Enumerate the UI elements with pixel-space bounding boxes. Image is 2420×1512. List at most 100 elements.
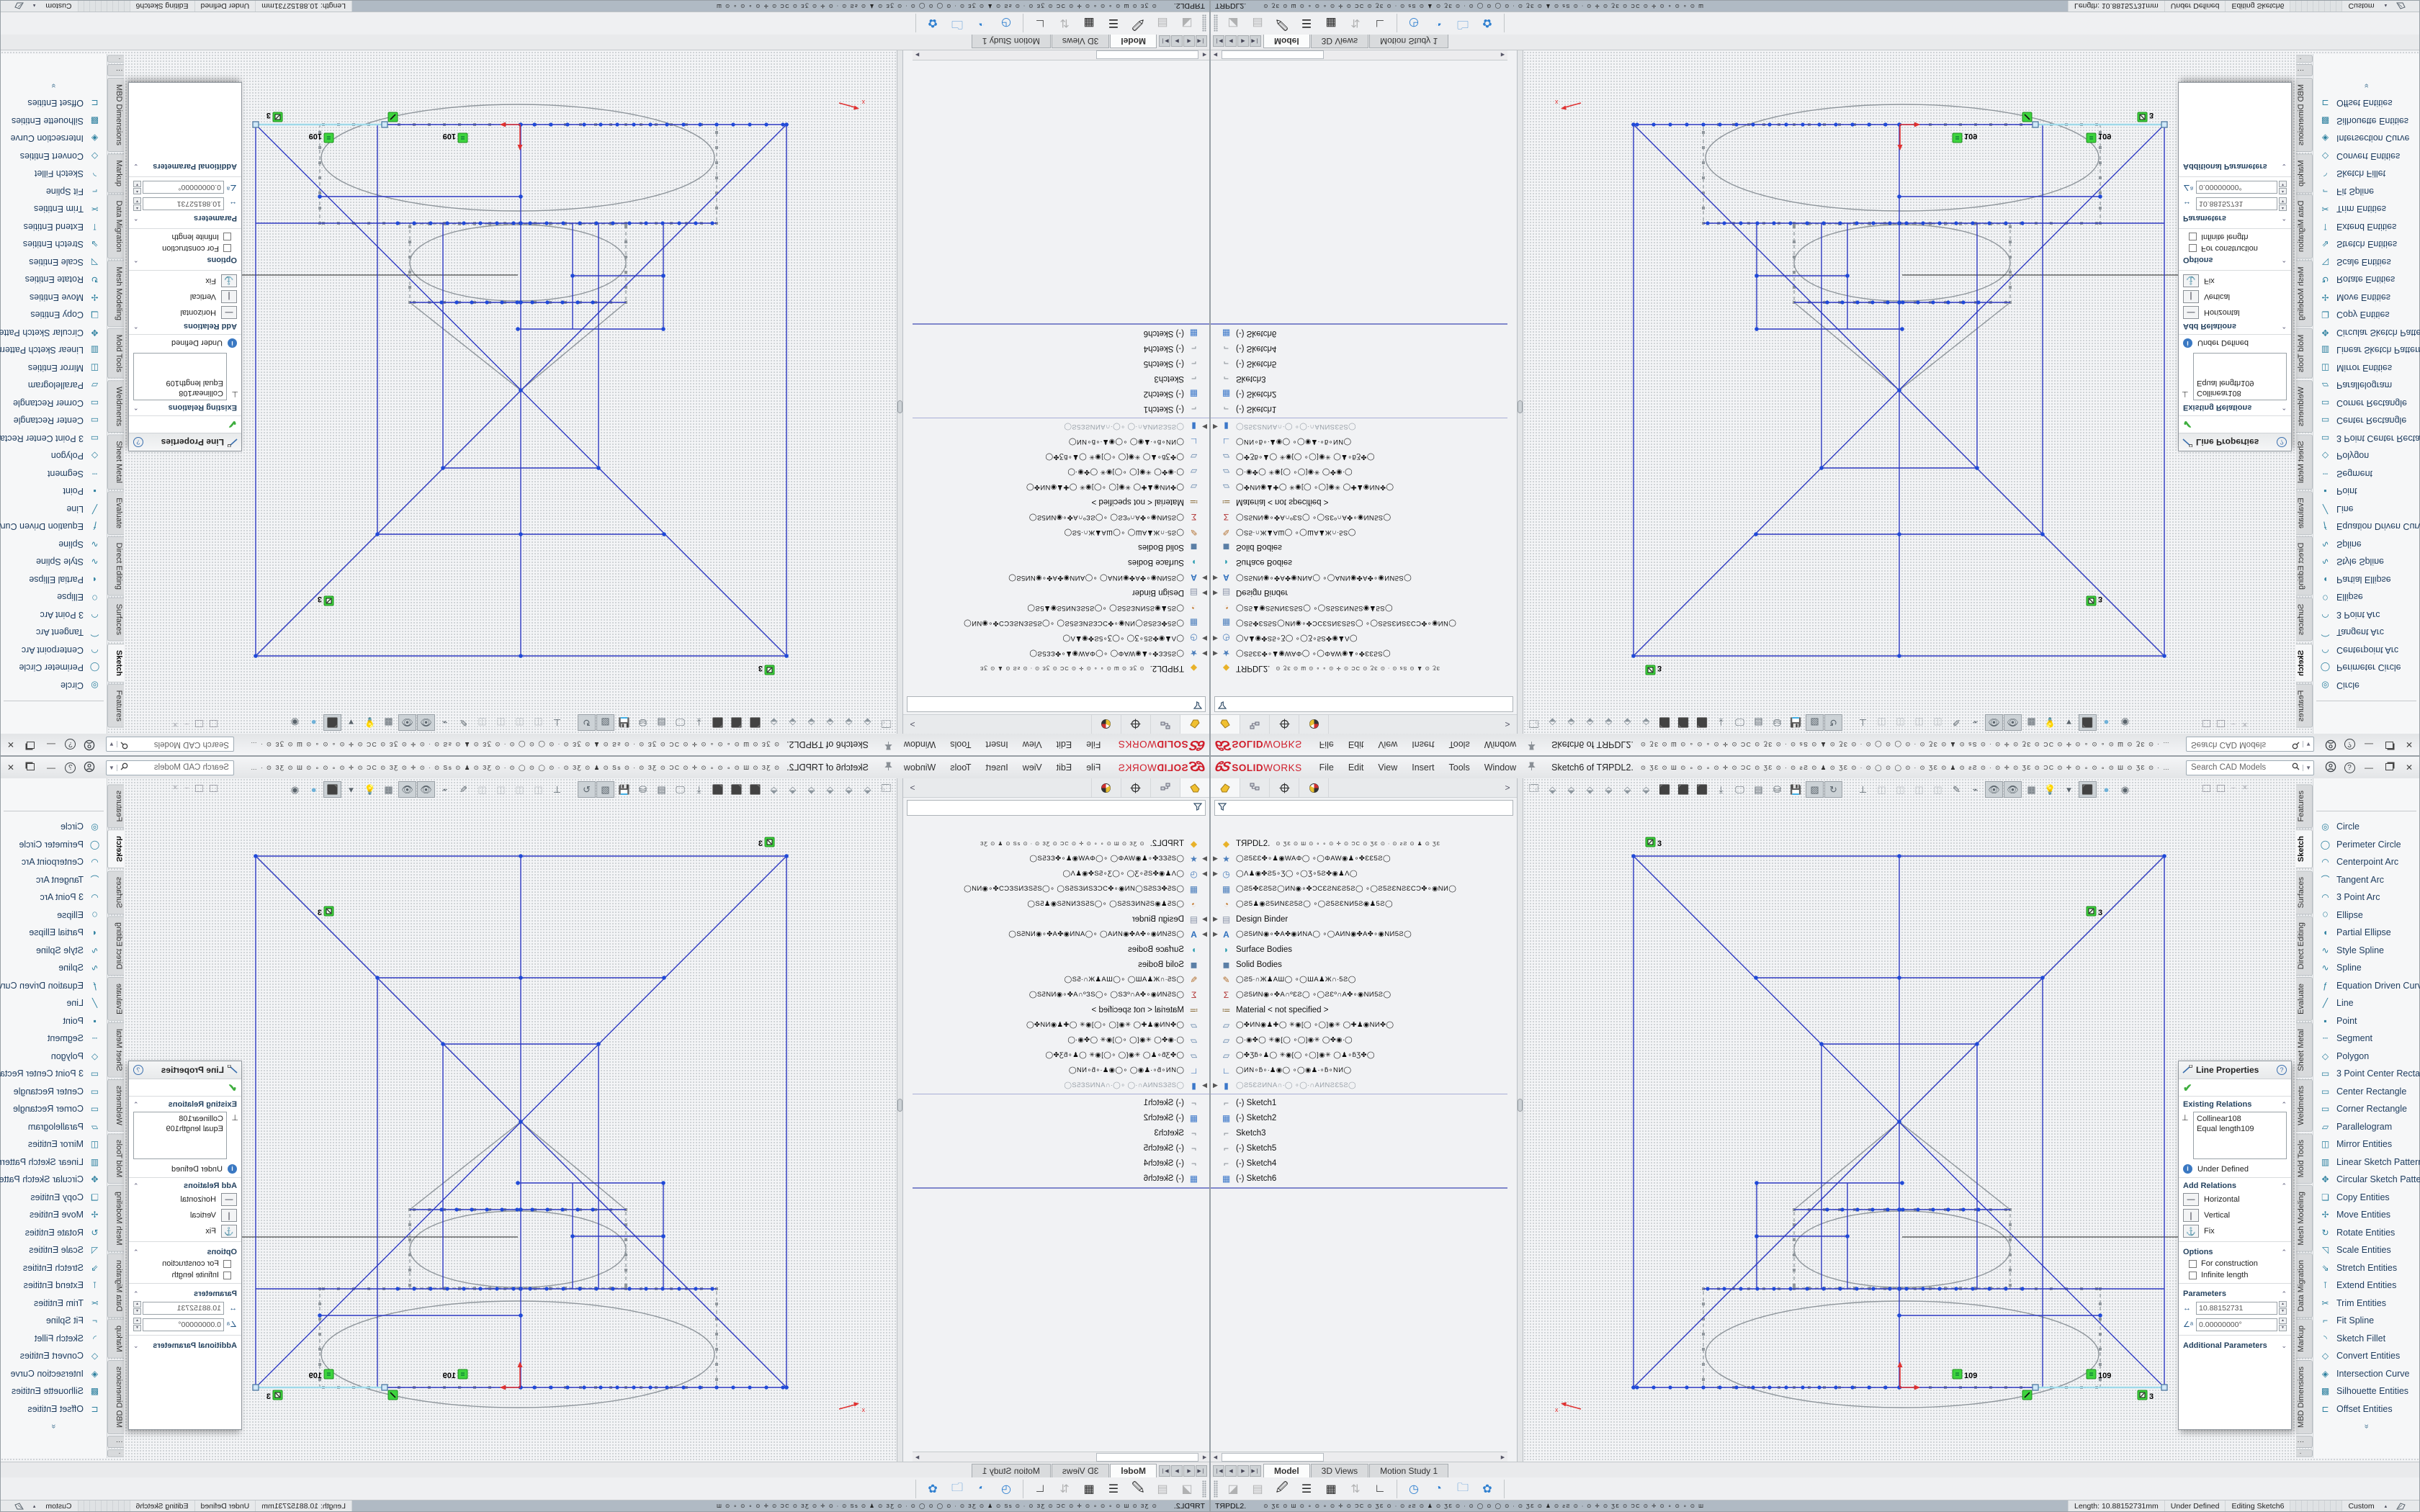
scene-icon[interactable]: ⬛ — [323, 781, 341, 798]
bottom-tool-icon[interactable]: ☰ — [1294, 1482, 1319, 1496]
option-infinite-length[interactable]: Infinite length — [129, 1269, 241, 1281]
tool-sketch-fillet[interactable]: ◝Sketch Fillet — [2313, 165, 2419, 183]
bottom-tool-icon[interactable]: ◪ — [1175, 16, 1199, 30]
bottom-tool-icon[interactable]: ◪ — [1221, 1482, 1245, 1496]
wand-icon[interactable]: ⌁ — [1966, 714, 1984, 731]
tool-spline[interactable]: ∿Spline — [1, 536, 107, 554]
docplay-icon[interactable]: 🗔 — [877, 781, 895, 798]
expand-arrow-icon[interactable]: ▶ — [1211, 423, 1220, 431]
tree-item[interactable]: ⌐Sketch3 — [913, 372, 1209, 387]
cube-icon[interactable]: ⬙ — [1637, 714, 1655, 731]
tree-item[interactable]: ∟◯ИN∘ƃ∘∙♟◉◯ ∘◯◉♟∙∘ƃ∘NИ◯ — [1211, 1063, 1507, 1078]
scrollbar-thumb[interactable] — [1096, 1453, 1198, 1462]
ghost-icon[interactable]: ◫ — [1873, 714, 1891, 731]
pin-icon[interactable] — [1528, 739, 1536, 750]
tab-mbd-dimensions[interactable]: MBD Dimensions — [107, 78, 124, 152]
pin-icon[interactable] — [884, 762, 892, 773]
parameter-input[interactable]: 10.88152731 — [143, 1302, 224, 1315]
units-dropdown-icon[interactable]: ▴ — [33, 1503, 36, 1509]
tool-spline[interactable]: ∿Spline — [2313, 959, 2419, 977]
cube-icon[interactable]: ⬙ — [1562, 781, 1580, 798]
add-relation-fix[interactable]: ⚓Fix — [2179, 273, 2291, 289]
tool-line[interactable]: ╱Line — [1, 994, 107, 1012]
relation-entry[interactable]: Collinear108 — [2197, 388, 2283, 398]
parameter-input[interactable]: 10.88152731 — [2196, 198, 2277, 211]
tab-weldments[interactable]: Weldments — [2296, 1079, 2313, 1132]
bottom-tool-icon[interactable]: ∟ — [1028, 17, 1052, 30]
tool-3-point-center-recta-[interactable]: ▭3 Point Center Recta... — [2313, 430, 2419, 448]
cube-icon[interactable]: ⬙ — [1581, 781, 1599, 798]
tool-circular-sketch-pattern[interactable]: ✥Circular Sketch Pattern — [1, 1171, 107, 1189]
eye-icon[interactable]: ◉ — [286, 781, 304, 798]
menu-file[interactable]: File — [1312, 734, 1341, 755]
parameters-header[interactable]: Parameters⌃ — [129, 212, 241, 226]
tab-data-migration[interactable]: Data Migration — [107, 1254, 124, 1318]
tab-markup[interactable]: Markup — [2296, 1319, 2313, 1359]
tab-sheet-metal[interactable]: Sheet Metal — [2296, 434, 2313, 490]
cube-icon[interactable]: ⬙ — [840, 781, 858, 798]
toolbar-drag-handle[interactable] — [1202, 14, 1206, 32]
panel-expand-chevron[interactable]: > — [903, 778, 922, 797]
perp-icon[interactable]: ⊥ — [1854, 714, 1872, 731]
bottom-tool-icon[interactable]: ◷ — [1402, 1482, 1426, 1496]
tool-trim-entities[interactable]: ✂Trim Entities — [1, 1295, 107, 1313]
tool-copy-entities[interactable]: ❏Copy Entities — [2313, 306, 2419, 324]
tree-filter-input[interactable] — [1214, 696, 1513, 712]
menu-view[interactable]: View — [1016, 757, 1049, 778]
bottom-tool-icon[interactable]: ▤ — [1150, 16, 1175, 30]
toolbar-drag-handle[interactable] — [1214, 1480, 1218, 1498]
tree-item[interactable]: ▶★◯Ƨ5ƐƐ✤∘♟◉WAΦ◯ ∘◯ΦAW◉♟∘✤ƐƐ5Ƨ◯ — [1211, 851, 1507, 866]
scrollbar-thumb[interactable] — [1096, 50, 1198, 59]
tree-item[interactable]: ∟◯ИN∘ƃ∘∙♟◉◯ ∘◯◉♟∙∘ƃ∘NИ◯ — [913, 434, 1209, 449]
scroll-left-icon[interactable]: ◀ — [1211, 52, 1220, 58]
tab-features[interactable]: Features — [2296, 684, 2313, 728]
spinner[interactable]: ▲▼ — [2279, 1318, 2287, 1331]
ghost-icon[interactable]: ◫ — [1910, 781, 1928, 798]
tool-circular-sketch-pattern[interactable]: ✥Circular Sketch Pattern — [2313, 324, 2419, 342]
bottom-tool-icon[interactable]: 🗀 — [945, 14, 969, 33]
tab-markup[interactable]: Markup — [107, 1319, 124, 1359]
cube-icon[interactable]: ⬙ — [1543, 714, 1561, 731]
tool-perimeter-circle[interactable]: ◯Perimeter Circle — [1, 836, 107, 854]
tree-item[interactable]: ⌐(-) Sketch4 — [1211, 341, 1507, 356]
collapse-icon[interactable]: ⌃ — [2281, 1290, 2287, 1298]
tool-center-rectangle[interactable]: ▭Center Rectangle — [2313, 1083, 2419, 1101]
expand-arrow-icon[interactable]: ▶ — [1200, 855, 1209, 863]
collapse-icon[interactable]: ⌃ — [133, 215, 139, 222]
ghost-icon[interactable]: ◫ — [529, 714, 547, 731]
panel-horizontal-scrollbar[interactable]: ◀ ▶ — [1211, 50, 1507, 60]
tab-markup[interactable]: Markup — [2296, 153, 2313, 193]
collapse-icon[interactable]: ⌃ — [2281, 1101, 2287, 1109]
options-header[interactable]: Options⌃ — [2179, 254, 2291, 268]
toolbar-drag-handle[interactable] — [1214, 14, 1218, 32]
tree-item[interactable]: ◆TЯPDL2.⊙ ƷƐ ⊙ Ш ⊙ ∘ ∘ ⊙ ✛ ⊙ ƆC ⊙ ƷƐ ⊙ ∙… — [1211, 661, 1507, 676]
tree-item[interactable]: ⌐Sketch3 — [1211, 372, 1507, 387]
tool-point[interactable]: ▪Point — [1, 482, 107, 500]
close-button[interactable]: ✕ — [1, 739, 21, 750]
tool-segment[interactable]: ┄Segment — [2313, 465, 2419, 483]
ghost-icon[interactable]: ◫ — [1929, 714, 1947, 731]
add-relation-vertical[interactable]: ❘Vertical — [2179, 1207, 2291, 1223]
tool-convert-entities[interactable]: ◇Convert Entities — [2313, 148, 2419, 166]
tab--[interactable]: ⋮ — [2296, 64, 2313, 76]
tree-item[interactable]: ▶◷◯Λ♟◉✤Ƨ5∘Ʒ◯ ∘◯Ʒ∘5Ƨ✤◉♟Λ◯ — [1211, 866, 1507, 881]
tool-move-entities[interactable]: ✢Move Entities — [2313, 289, 2419, 307]
tool-circle[interactable]: ◎Circle — [1, 818, 107, 836]
cube-icon[interactable]: ⬙ — [1581, 714, 1599, 731]
cube-icon[interactable]: ⬙ — [802, 714, 820, 731]
tree-item[interactable]: ◗Surface Bodies — [913, 942, 1209, 957]
cube-icon[interactable]: ⬙ — [859, 781, 877, 798]
bottom-tool-icon[interactable]: ∟ — [1368, 1482, 1392, 1495]
parameter-input[interactable]: 0.00000000° — [2196, 1318, 2277, 1331]
minimize-button[interactable]: — — [2359, 739, 2379, 750]
bcube-icon[interactable]: ⬛ — [1693, 781, 1711, 798]
bottom-tool-icon[interactable]: 🖉 — [1270, 14, 1294, 33]
parameter-input[interactable]: 0.00000000° — [143, 1318, 224, 1331]
cube-icon[interactable]: ⬙ — [859, 714, 877, 731]
tab-sheet-metal[interactable]: Sheet Metal — [107, 434, 124, 490]
restore-button[interactable] — [2379, 762, 2399, 773]
search-dropdown-icon[interactable]: ▼ — [2303, 765, 2313, 771]
doc-tab-nav-button[interactable]: ◀ — [1225, 35, 1237, 47]
tool-linear-sketch-pattern[interactable]: ▥Linear Sketch Pattern — [1, 341, 107, 359]
tree-item[interactable]: ⌐(-) Sketch1 — [913, 1095, 1209, 1110]
